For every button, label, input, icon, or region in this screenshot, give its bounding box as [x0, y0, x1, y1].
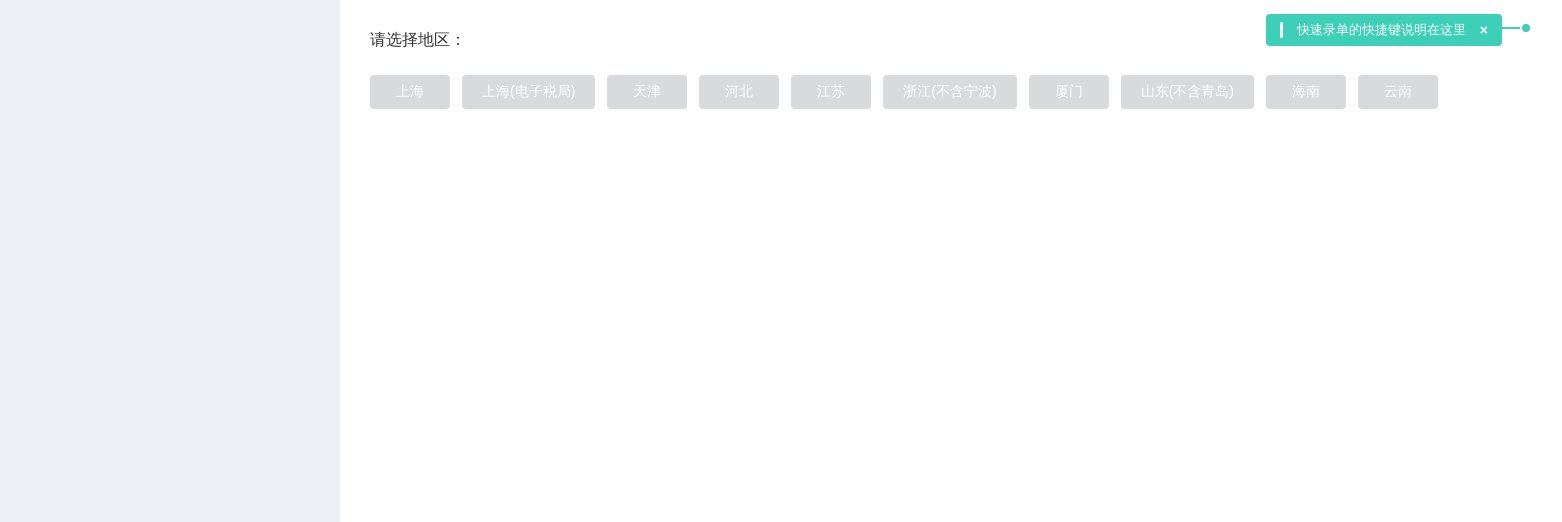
main-content: 请选择地区： 上海上海(电子税局)天津河北江苏浙江(不含宁波)厦门山东(不含青岛…: [340, 0, 1562, 522]
region-button-yunnan[interactable]: 云南: [1358, 75, 1438, 109]
region-button-hebei[interactable]: 河北: [699, 75, 779, 109]
region-button-hainan[interactable]: 海南: [1266, 75, 1346, 109]
region-button-shanghai[interactable]: 上海: [370, 75, 450, 109]
tooltip-text: 快速录单的快捷键说明在这里: [1297, 21, 1466, 39]
region-button-shanghai-etax[interactable]: 上海(电子税局): [462, 75, 595, 109]
sidebar: [0, 0, 340, 522]
tooltip-connector-dot: [1520, 22, 1532, 34]
region-buttons: 上海上海(电子税局) 天津河北江苏浙江(不含宁波) 厦门山东(不含青岛) 海南云南: [370, 75, 1532, 109]
region-button-zhejiang[interactable]: 浙江(不含宁波): [883, 75, 1016, 109]
tooltip-banner: 快速录单的快捷键说明在这里 ×: [1266, 14, 1502, 46]
tooltip-connector-line: [1500, 27, 1520, 29]
region-button-tianjin[interactable]: 天津: [607, 75, 687, 109]
tooltip-close-button[interactable]: ×: [1480, 22, 1488, 38]
region-button-xiamen[interactable]: 厦门: [1029, 75, 1109, 109]
region-button-shandong[interactable]: 山东(不含青岛): [1121, 75, 1254, 109]
region-button-jiangsu[interactable]: 江苏: [791, 75, 871, 109]
